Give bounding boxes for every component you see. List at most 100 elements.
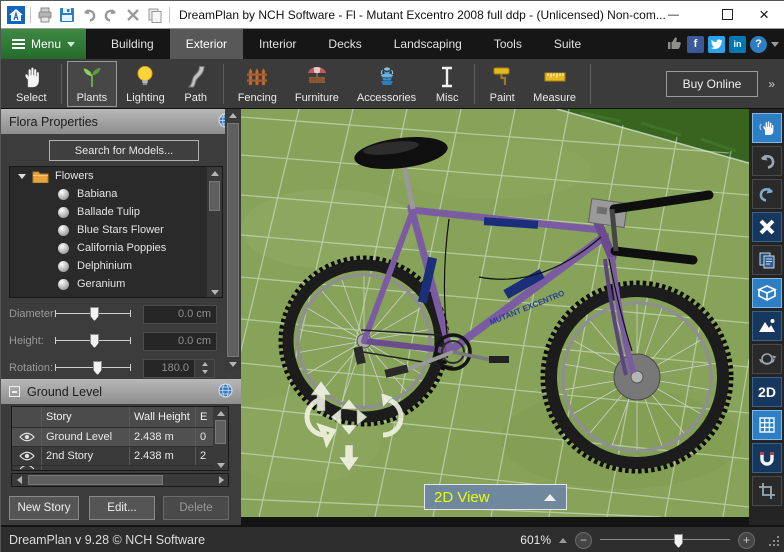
tool-plants[interactable]: Plants	[66, 60, 118, 107]
tab-decks[interactable]: Decks	[312, 29, 377, 59]
globe-icon[interactable]	[218, 383, 233, 401]
2d-view-button[interactable]: 2D	[752, 377, 782, 407]
tree-item-geranium[interactable]: Geranium	[10, 275, 222, 293]
tab-exterior[interactable]: Exterior	[169, 29, 244, 59]
zoom-in-button[interactable]: +	[738, 531, 755, 549]
scroll-down-icon[interactable]	[213, 459, 228, 470]
scroll-up-icon[interactable]	[225, 109, 240, 122]
view-toggle-button[interactable]: 2D View	[424, 484, 567, 510]
help-dropdown-icon[interactable]	[771, 41, 779, 47]
tab-building[interactable]: Building	[95, 29, 170, 59]
delete-button[interactable]: Delete	[163, 496, 229, 520]
tab-landscaping[interactable]: Landscaping	[378, 29, 478, 59]
zoom-slider-thumb[interactable]	[674, 534, 683, 548]
diameter-slider[interactable]	[55, 307, 131, 321]
show-grid-button[interactable]	[752, 410, 782, 440]
delete-icon[interactable]	[122, 4, 144, 26]
tool-measure[interactable]: Measure	[524, 61, 585, 107]
new-story-button[interactable]: New Story	[9, 496, 79, 520]
story-table-hscrollbar[interactable]	[11, 473, 229, 487]
tool-lighting[interactable]: Lighting	[117, 61, 174, 107]
rotation-value[interactable]: 180.0	[143, 358, 195, 378]
flora-panel-scrollbar[interactable]	[225, 109, 241, 371]
tree-item-ballade-tulip[interactable]: Ballade Tulip	[10, 203, 222, 221]
resize-grip[interactable]	[767, 534, 779, 546]
toolbar-overflow-button[interactable]: »	[758, 77, 779, 91]
undo-button[interactable]	[752, 146, 782, 176]
search-for-models-button[interactable]: Search for Models...	[49, 140, 199, 161]
zoom-out-button[interactable]: −	[575, 531, 592, 549]
zoom-caret-icon[interactable]	[559, 537, 567, 543]
pan-tool-button[interactable]	[752, 113, 782, 143]
delete-object-button[interactable]	[752, 212, 782, 242]
spin-down-icon[interactable]	[195, 368, 214, 377]
scrollbar-thumb[interactable]	[209, 181, 220, 211]
twitter-icon[interactable]	[708, 35, 725, 53]
facebook-icon[interactable]: f	[687, 35, 704, 53]
show-terrain-button[interactable]	[752, 311, 782, 341]
scroll-up-icon[interactable]	[207, 167, 222, 180]
scrollbar-thumb[interactable]	[28, 475, 163, 485]
menu-button[interactable]: Menu	[1, 29, 87, 59]
height-slider[interactable]	[55, 334, 131, 348]
scroll-up-icon[interactable]	[213, 407, 228, 420]
tool-select[interactable]: Select	[7, 61, 56, 107]
tool-furniture[interactable]: Furniture	[286, 61, 348, 107]
height-value[interactable]: 0.0 cm	[143, 331, 217, 351]
tab-suite[interactable]: Suite	[538, 29, 597, 59]
table-row-clipped[interactable]	[12, 466, 228, 470]
orbit-camera-button[interactable]	[752, 344, 782, 374]
tree-folder-flowers[interactable]: Flowers	[10, 167, 222, 185]
close-button[interactable]: ×	[759, 6, 769, 23]
table-row-2nd-story[interactable]: 2nd Story 2.438 m 2	[12, 447, 228, 466]
scroll-left-icon[interactable]	[12, 474, 26, 486]
plan-boundary-button[interactable]	[752, 476, 782, 506]
snap-button[interactable]	[752, 443, 782, 473]
tree-item-california-poppies[interactable]: California Poppies	[10, 239, 222, 257]
show-3d-objects-button[interactable]	[752, 278, 782, 308]
copy-icon[interactable]	[144, 4, 166, 26]
flower-model-icon	[58, 278, 69, 290]
spin-up-icon[interactable]	[195, 360, 214, 369]
redo-icon[interactable]	[100, 4, 122, 26]
tool-accessories[interactable]: Accessories	[348, 61, 425, 107]
tree-item-babiana[interactable]: Babiana	[10, 185, 222, 203]
tool-fencing[interactable]: Fencing	[229, 61, 286, 107]
save-icon[interactable]	[56, 4, 78, 26]
buy-online-button[interactable]: Buy Online	[665, 70, 759, 97]
thumbs-up-icon[interactable]	[666, 34, 683, 54]
scrollbar-thumb[interactable]	[215, 420, 226, 444]
scroll-right-icon[interactable]	[214, 474, 228, 486]
tab-interior[interactable]: Interior	[243, 29, 312, 59]
tool-misc[interactable]: Misc	[425, 61, 469, 107]
eye-icon[interactable]	[12, 428, 42, 446]
scroll-down-icon[interactable]	[225, 358, 240, 371]
copy-button[interactable]	[752, 245, 782, 275]
maximize-button[interactable]	[722, 9, 734, 20]
chevron-down-icon[interactable]	[18, 173, 26, 179]
undo-icon[interactable]	[78, 4, 100, 26]
rotation-spinner[interactable]	[195, 358, 215, 378]
tool-paint[interactable]: Paint	[480, 61, 524, 107]
print-icon[interactable]	[34, 4, 56, 26]
table-row-ground-level[interactable]: Ground Level 2.438 m 0	[12, 428, 228, 447]
collapse-icon[interactable]	[9, 386, 20, 397]
story-table-scrollbar[interactable]	[213, 407, 228, 470]
help-icon[interactable]: ?	[750, 35, 767, 53]
scroll-down-icon[interactable]	[207, 286, 222, 297]
zoom-slider[interactable]	[600, 533, 730, 548]
diameter-value[interactable]: 0.0 cm	[143, 304, 217, 324]
eye-icon[interactable]	[12, 447, 42, 465]
tree-item-delphinium[interactable]: Delphinium	[10, 257, 222, 275]
tree-item-blue-stars-flower[interactable]: Blue Stars Flower	[10, 221, 222, 239]
minimize-button[interactable]: —	[668, 9, 679, 21]
viewport-3d[interactable]: MUTANT EXCENTRO 2D View	[241, 109, 749, 525]
redo-button[interactable]	[752, 179, 782, 209]
edit-button[interactable]: Edit...	[89, 496, 155, 520]
linkedin-icon[interactable]: in	[729, 35, 746, 53]
tree-scrollbar[interactable]	[207, 167, 222, 297]
tool-path[interactable]: Path	[174, 61, 218, 107]
scrollbar-thumb[interactable]	[227, 123, 239, 357]
rotation-slider[interactable]	[55, 361, 131, 375]
tab-tools[interactable]: Tools	[478, 29, 538, 59]
